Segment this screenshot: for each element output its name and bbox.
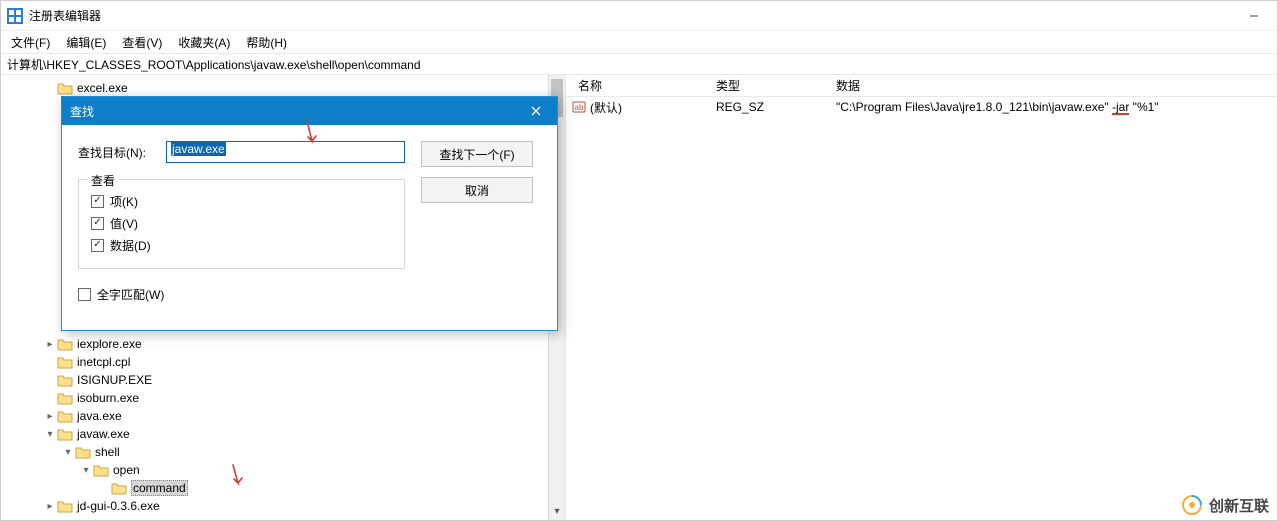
- tree-node-label: isoburn.exe: [77, 391, 139, 405]
- tree-node-label: command: [131, 480, 188, 496]
- watermark-icon: [1181, 494, 1203, 516]
- titlebar: 注册表编辑器: [1, 1, 1277, 31]
- tree-node[interactable]: ▾ javaw.exe: [1, 425, 565, 443]
- value-data: "C:\Program Files\Java\jre1.8.0_121\bin\…: [836, 100, 1277, 115]
- address-bar[interactable]: 计算机\HKEY_CLASSES_ROOT\Applications\javaw…: [1, 53, 1277, 75]
- folder-icon: [57, 337, 73, 351]
- find-next-button[interactable]: 查找下一个(F): [421, 141, 533, 167]
- window-controls: [1231, 1, 1277, 31]
- folder-icon: [57, 427, 73, 441]
- regedit-window: 注册表编辑器 文件(F) 编辑(E) 查看(V) 收藏夹(A) 帮助(H) 计算…: [0, 0, 1278, 521]
- scroll-down-icon[interactable]: ▾: [549, 503, 565, 520]
- folder-icon: [75, 445, 91, 459]
- menu-edit[interactable]: 编辑(E): [60, 32, 112, 53]
- find-target-input[interactable]: javaw.exe: [166, 141, 405, 163]
- folder-icon: [57, 81, 73, 95]
- tree-node[interactable]: isoburn.exe: [1, 389, 565, 407]
- tree-node[interactable]: ▸ java.exe: [1, 407, 565, 425]
- svg-text:ab: ab: [575, 103, 584, 112]
- tree-node[interactable]: ISIGNUP.EXE: [1, 371, 565, 389]
- tree-node[interactable]: inetcpl.cpl: [1, 353, 565, 371]
- folder-icon: [57, 355, 73, 369]
- folder-icon: [57, 373, 73, 387]
- app-icon: [7, 8, 23, 24]
- tree-node-label: inetcpl.cpl: [77, 355, 130, 369]
- find-dialog-title: 查找: [70, 103, 94, 120]
- lookat-groupbox: 查看 项(K) 值(V) 数据(D): [78, 179, 405, 269]
- checkbox-data[interactable]: [91, 239, 104, 252]
- folder-icon: [57, 409, 73, 423]
- checkbox-wholeword[interactable]: [78, 288, 91, 301]
- twisty-open-icon[interactable]: ▾: [61, 447, 75, 458]
- col-header-type[interactable]: 类型: [716, 77, 836, 94]
- tree-node-label: open: [113, 463, 140, 477]
- find-target-label: 查找目标(N):: [78, 144, 158, 161]
- folder-icon: [93, 463, 109, 477]
- tree-node[interactable]: ▸ jd-gui-0.3.6.exe: [1, 497, 565, 515]
- tree-node[interactable]: excel.exe: [1, 79, 565, 97]
- value-name: (默认): [590, 99, 622, 116]
- checkbox-data-label: 数据(D): [110, 237, 151, 254]
- tree-node[interactable]: ▾ open: [1, 461, 565, 479]
- folder-icon: [57, 499, 73, 513]
- address-text: 计算机\HKEY_CLASSES_ROOT\Applications\javaw…: [7, 56, 421, 73]
- checkbox-values-label: 值(V): [110, 215, 138, 232]
- tree-node-label: excel.exe: [77, 81, 128, 95]
- tree-node[interactable]: ▾ shell: [1, 443, 565, 461]
- values-header: 名称 类型 数据: [566, 75, 1277, 97]
- string-value-icon: ab: [572, 100, 586, 114]
- values-pane: 名称 类型 数据 ab (默认) REG_SZ "C:\Program File…: [566, 75, 1277, 520]
- find-dialog-titlebar[interactable]: 查找: [62, 97, 557, 125]
- col-header-data[interactable]: 数据: [836, 77, 1277, 94]
- minimize-button[interactable]: [1231, 1, 1277, 31]
- checkbox-keys-label: 项(K): [110, 193, 138, 210]
- value-row[interactable]: ab (默认) REG_SZ "C:\Program Files\Java\jr…: [566, 97, 1277, 117]
- menu-help[interactable]: 帮助(H): [240, 32, 293, 53]
- tree-node-label: shell: [95, 445, 120, 459]
- watermark: 创新互联: [1181, 494, 1269, 516]
- tree-node-label: javaw.exe: [77, 427, 130, 441]
- checkbox-values[interactable]: [91, 217, 104, 230]
- checkbox-keys[interactable]: [91, 195, 104, 208]
- checkbox-wholeword-label: 全字匹配(W): [97, 286, 164, 303]
- menu-view[interactable]: 查看(V): [116, 32, 168, 53]
- tree-node-label: java.exe: [77, 409, 122, 423]
- tree-node-label: jd-gui-0.3.6.exe: [77, 499, 160, 513]
- col-header-name[interactable]: 名称: [566, 77, 716, 94]
- find-dialog: 查找 查找目标(N): javaw.exe 查看 项(K): [61, 96, 558, 331]
- twisty-open-icon[interactable]: ▾: [79, 465, 93, 476]
- menubar: 文件(F) 编辑(E) 查看(V) 收藏夹(A) 帮助(H): [1, 31, 1277, 53]
- menu-favorites[interactable]: 收藏夹(A): [172, 32, 236, 53]
- tree-node-label: ISIGNUP.EXE: [77, 373, 152, 387]
- folder-icon: [111, 481, 127, 495]
- twisty-closed-icon[interactable]: ▸: [43, 411, 57, 422]
- value-type: REG_SZ: [716, 100, 836, 114]
- menu-file[interactable]: 文件(F): [5, 32, 56, 53]
- lookat-legend: 查看: [87, 172, 119, 189]
- twisty-open-icon[interactable]: ▾: [43, 429, 57, 440]
- tree-node[interactable]: ▸ iexplore.exe: [1, 335, 565, 353]
- twisty-closed-icon[interactable]: ▸: [43, 501, 57, 512]
- twisty-closed-icon[interactable]: ▸: [43, 339, 57, 350]
- watermark-text: 创新互联: [1209, 495, 1269, 516]
- find-dialog-close-button[interactable]: [515, 97, 557, 125]
- tree-node-label: iexplore.exe: [77, 337, 142, 351]
- annotation-underline-jar: -jar: [1112, 101, 1129, 115]
- cancel-button[interactable]: 取消: [421, 177, 533, 203]
- folder-icon: [57, 391, 73, 405]
- window-title: 注册表编辑器: [29, 7, 101, 24]
- tree-node[interactable]: command: [1, 479, 565, 497]
